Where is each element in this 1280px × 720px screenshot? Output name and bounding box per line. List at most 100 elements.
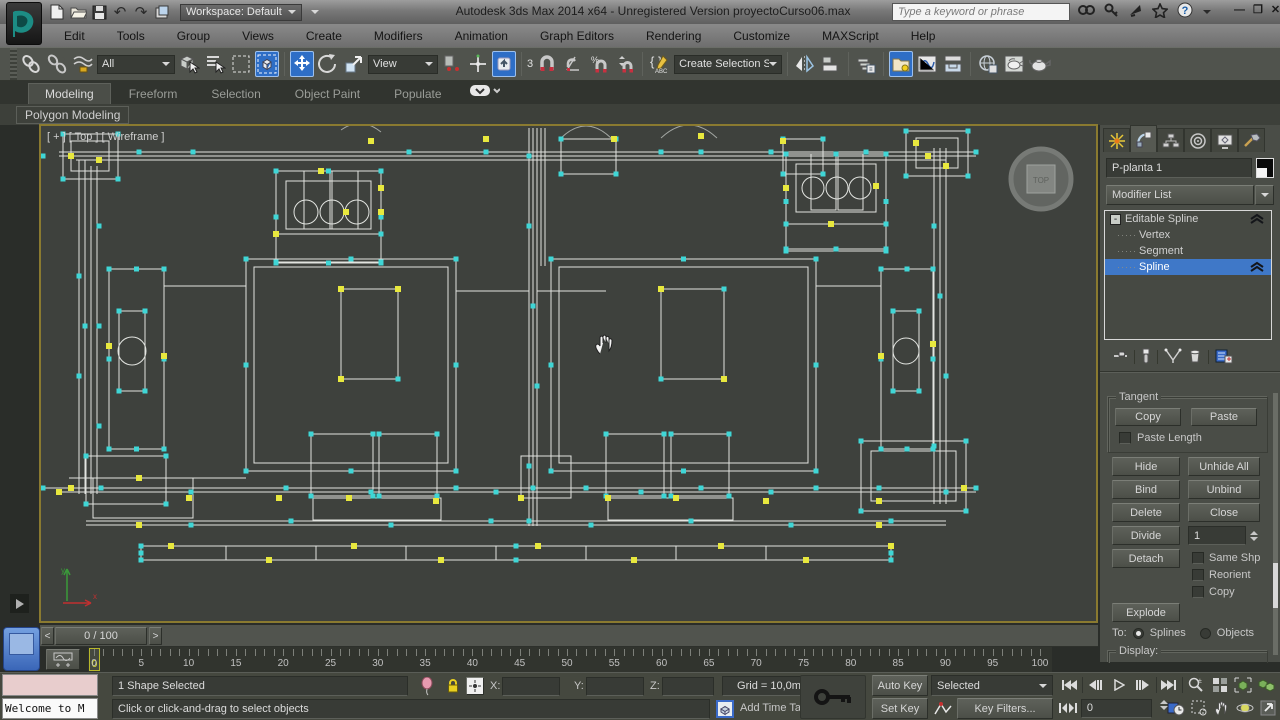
toolbar-grip[interactable] — [10, 48, 17, 80]
tangent-paste-button[interactable]: Paste — [1191, 408, 1257, 426]
restore-button[interactable]: ❒ — [1253, 3, 1263, 16]
bind-button[interactable]: Bind — [1112, 480, 1180, 499]
modifier-list-dropdown[interactable]: Modifier List — [1106, 185, 1254, 205]
play-button[interactable] — [1108, 675, 1130, 695]
key-mode-toggle-button[interactable] — [1058, 698, 1079, 718]
angle-snap-icon[interactable] — [561, 51, 585, 77]
menu-maxscript[interactable]: MAXScript — [808, 26, 893, 46]
set-key-curve-icon[interactable] — [933, 700, 953, 720]
next-frame-button[interactable] — [1132, 675, 1154, 695]
workspace-flyout-icon[interactable] — [311, 10, 319, 14]
macro-recorder-pane[interactable] — [2, 674, 98, 696]
reference-coordinate-dropdown[interactable]: View — [368, 54, 438, 74]
add-time-tag-icon[interactable] — [716, 700, 734, 720]
configure-modifier-sets-icon[interactable] — [1215, 348, 1233, 367]
go-to-end-button[interactable] — [1159, 675, 1181, 695]
modifier-stack[interactable]: - Editable Spline ····· Vertex ····· Segment ·… — [1104, 210, 1272, 340]
open-file-icon[interactable] — [69, 3, 87, 21]
divide-count-field[interactable]: 1 — [1188, 526, 1246, 545]
rendered-frame-window-icon[interactable] — [1002, 51, 1026, 77]
isolate-selection-icon[interactable] — [420, 676, 434, 699]
mini-curve-editor-button[interactable] — [46, 649, 80, 670]
menu-help[interactable]: Help — [897, 26, 950, 46]
ribbon-tab-freeform[interactable]: Freeform — [113, 84, 194, 104]
unlink-selection-icon[interactable] — [45, 51, 69, 77]
stack-chevron-icon[interactable] — [1249, 261, 1265, 276]
object-color-swatch[interactable] — [1256, 158, 1274, 178]
same-shp-checkbox[interactable] — [1192, 552, 1204, 564]
render-production-icon[interactable] — [1028, 51, 1052, 77]
time-slider-handle[interactable]: 0 / 100 — [55, 627, 147, 645]
modify-tab[interactable] — [1130, 125, 1157, 152]
ribbon-tab-modeling[interactable]: Modeling — [28, 83, 111, 104]
graphite-ribbon-toggle-icon[interactable] — [889, 51, 914, 77]
communication-center-icon[interactable] — [1128, 3, 1143, 21]
undo-icon[interactable]: ↶ — [111, 3, 129, 21]
search-input[interactable]: Type a keyword or phrase — [892, 3, 1070, 21]
divide-button[interactable]: Divide — [1112, 526, 1180, 545]
time-configuration-icon[interactable] — [1166, 698, 1187, 718]
menu-group[interactable]: Group — [163, 26, 224, 46]
select-and-scale-icon[interactable] — [342, 51, 366, 77]
zoom-region-icon[interactable] — [1189, 698, 1210, 718]
display-tab[interactable] — [1211, 128, 1238, 152]
minimize-button[interactable]: — — [1234, 4, 1245, 16]
make-unique-icon[interactable] — [1164, 348, 1182, 367]
menu-tools[interactable]: Tools — [103, 26, 159, 46]
unbind-button[interactable]: Unbind — [1188, 480, 1260, 499]
menu-rendering[interactable]: Rendering — [632, 26, 715, 46]
menu-create[interactable]: Create — [292, 26, 356, 46]
stack-item-spline[interactable]: ····· Spline — [1105, 259, 1271, 275]
menu-modifiers[interactable]: Modifiers — [360, 26, 437, 46]
ribbon-tab-selection[interactable]: Selection — [195, 84, 276, 104]
maxscript-mini-listener[interactable]: Welcome to M — [2, 698, 98, 719]
select-and-rotate-icon[interactable] — [316, 51, 340, 77]
menu-edit[interactable]: Edit — [50, 26, 99, 46]
zoom-all-icon[interactable] — [1209, 675, 1231, 695]
close-button-spline[interactable]: Close — [1188, 503, 1260, 522]
polygon-modeling-panel[interactable]: Polygon Modeling — [16, 105, 130, 124]
select-and-move-icon[interactable] — [290, 51, 314, 77]
previous-frame-button[interactable] — [1085, 675, 1107, 695]
zoom-extents-all-icon[interactable] — [1256, 675, 1278, 695]
window-crossing-toggle-icon[interactable] — [255, 51, 279, 77]
edit-named-selection-sets-icon[interactable]: { } ABC — [648, 51, 672, 77]
hide-button[interactable]: Hide — [1112, 457, 1180, 476]
frame-spinner[interactable] — [1160, 700, 1168, 710]
pin-stack-icon[interactable] — [1112, 349, 1128, 366]
set-key-button[interactable]: Set Key — [872, 698, 928, 719]
viewport-top[interactable]: [ + ] [ Top ] [ Wireframe ] TOP y x — [39, 124, 1098, 623]
scrollbar-handle[interactable] — [1273, 563, 1278, 608]
use-pivot-point-icon[interactable] — [440, 51, 464, 77]
to-objects-radio[interactable] — [1199, 627, 1211, 639]
viewcube[interactable]: TOP — [1008, 146, 1074, 212]
show-end-result-icon[interactable] — [1141, 348, 1151, 367]
bind-to-spacewarp-icon[interactable] — [71, 51, 95, 77]
stack-item-segment[interactable]: ····· Segment — [1105, 243, 1271, 259]
z-coordinate-field[interactable] — [662, 677, 714, 696]
ribbon-tab-object-paint[interactable]: Object Paint — [279, 84, 376, 104]
tangent-copy-button[interactable]: Copy — [1115, 408, 1181, 426]
motion-tab[interactable] — [1184, 128, 1211, 152]
blue-corner-icon[interactable] — [3, 627, 40, 671]
3dsmax-logo[interactable] — [6, 2, 42, 45]
layer-manager-icon[interactable]: ≡ — [854, 51, 878, 77]
workspace-dropdown[interactable]: Workspace: Default — [180, 3, 302, 21]
explode-button[interactable]: Explode — [1112, 603, 1180, 622]
render-setup-icon[interactable] — [976, 51, 1000, 77]
select-object-icon[interactable] — [177, 51, 201, 77]
reorient-checkbox[interactable] — [1192, 569, 1204, 581]
menu-graph-editors[interactable]: Graph Editors — [526, 26, 628, 46]
ribbon-tab-populate[interactable]: Populate — [378, 84, 457, 104]
pan-hand-icon[interactable] — [1211, 698, 1232, 718]
utilities-tab[interactable] — [1238, 128, 1265, 152]
to-splines-radio[interactable] — [1132, 627, 1144, 639]
percent-snap-icon[interactable]: % — [587, 51, 611, 77]
absolute-mode-toggle-icon[interactable] — [466, 677, 484, 695]
stack-chevron-icon[interactable] — [1249, 213, 1265, 228]
schematic-view-icon[interactable] — [941, 51, 965, 77]
ribbon-minimize-icon[interactable] — [460, 84, 501, 104]
expander-icon[interactable]: - — [1110, 213, 1121, 225]
go-to-start-button[interactable] — [1058, 675, 1080, 695]
time-slider-prev-button[interactable]: < — [41, 627, 54, 645]
